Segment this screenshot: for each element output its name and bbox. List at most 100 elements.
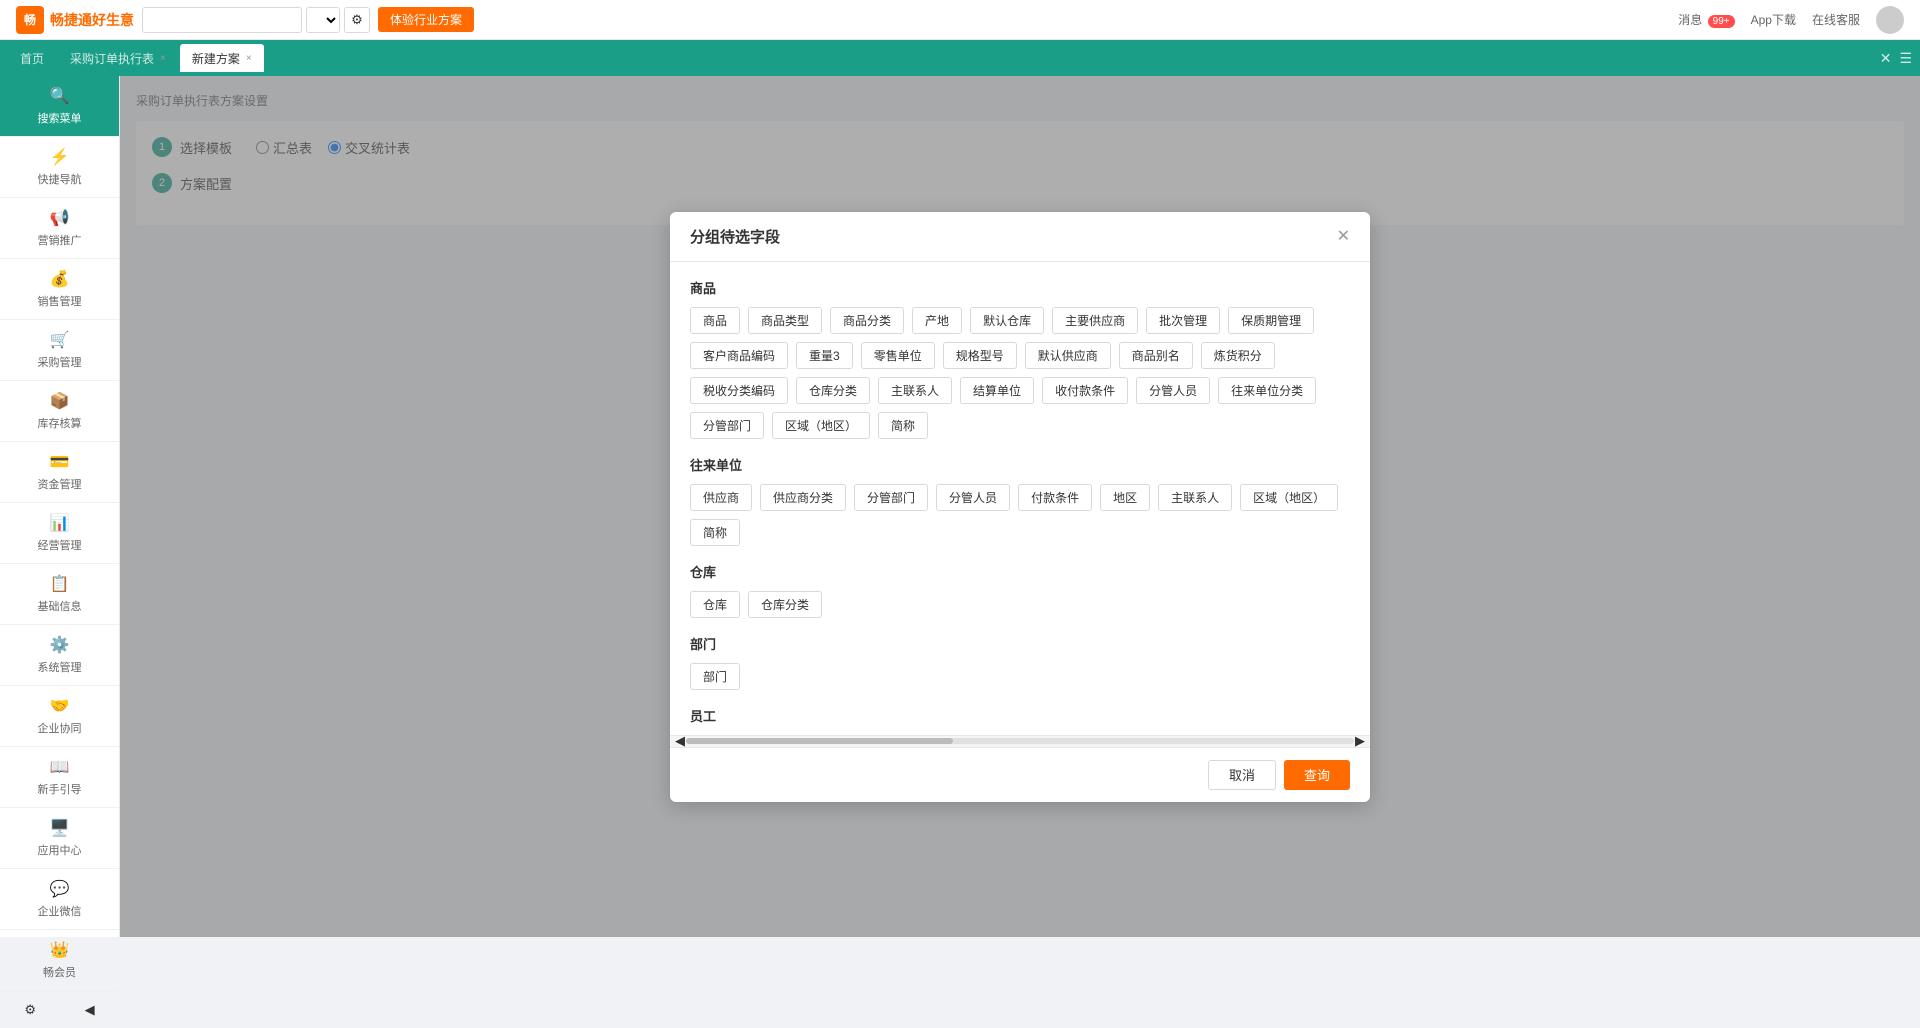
field-goods-alias[interactable]: 商品别名 bbox=[1119, 342, 1193, 369]
field-weight3[interactable]: 重量3 bbox=[796, 342, 853, 369]
gear-button[interactable]: ⚙ bbox=[344, 7, 370, 33]
tab-bar-close[interactable]: ✕ bbox=[1880, 50, 1892, 67]
tab-purchase-close[interactable]: × bbox=[160, 53, 166, 64]
field-goods[interactable]: 商品 bbox=[690, 307, 740, 334]
field-responsible-person[interactable]: 分管人员 bbox=[1136, 377, 1210, 404]
hscroll-track bbox=[686, 738, 1354, 744]
field-batch-mgmt[interactable]: 批次管理 bbox=[1146, 307, 1220, 334]
search-input[interactable] bbox=[142, 7, 302, 33]
sidebar-item-basics[interactable]: 📋 基础信息 bbox=[0, 564, 119, 625]
trial-button[interactable]: 体验行业方案 bbox=[378, 7, 474, 32]
sidebar-item-quicknav[interactable]: ⚡ 快捷导航 bbox=[0, 137, 119, 198]
field-default-warehouse[interactable]: 默认仓库 bbox=[970, 307, 1044, 334]
sidebar-item-system[interactable]: ⚙️ 系统管理 bbox=[0, 625, 119, 686]
field-points[interactable]: 炼货积分 bbox=[1201, 342, 1275, 369]
modal-title: 分组待选字段 bbox=[690, 226, 780, 247]
sidebar-item-member[interactable]: 👑 畅会员 bbox=[0, 930, 119, 991]
app-download-link[interactable]: App下载 bbox=[1751, 11, 1796, 28]
tabbar: 首页 采购订单执行表 × 新建方案 × ✕ ☰ bbox=[0, 40, 1920, 76]
field-dept[interactable]: 部门 bbox=[690, 663, 740, 690]
hscroll-thumb[interactable] bbox=[686, 738, 953, 744]
sidebar-item-finance[interactable]: 💳 资金管理 bbox=[0, 442, 119, 503]
tab-purchase-label: 采购订单执行表 bbox=[70, 50, 154, 67]
field-dept-partner[interactable]: 分管部门 bbox=[854, 484, 928, 511]
search-dropdown[interactable] bbox=[306, 7, 340, 33]
section-dept-title: 部门 bbox=[690, 634, 1350, 653]
field-supplier-category[interactable]: 供应商分类 bbox=[760, 484, 846, 511]
confirm-button[interactable]: 查询 bbox=[1284, 760, 1350, 790]
modal-hscrollbar[interactable]: ◀ ▶ bbox=[670, 735, 1370, 747]
sidebar-item-collab[interactable]: 🤝 企业协同 bbox=[0, 686, 119, 747]
cancel-button[interactable]: 取消 bbox=[1208, 760, 1276, 790]
field-tax-code[interactable]: 税收分类编码 bbox=[690, 377, 788, 404]
operations-icon: 📊 bbox=[50, 513, 70, 533]
sidebar-item-guide[interactable]: 📖 新手引导 bbox=[0, 747, 119, 808]
sidebar-label-sales: 销售管理 bbox=[38, 293, 82, 309]
logo-icon: 畅 bbox=[16, 6, 44, 34]
tab-new-plan-label: 新建方案 bbox=[192, 50, 240, 67]
field-goods-category[interactable]: 商品分类 bbox=[830, 307, 904, 334]
sidebar-item-purchase[interactable]: 🛒 采购管理 bbox=[0, 320, 119, 381]
tab-bar-menu[interactable]: ☰ bbox=[1899, 50, 1912, 67]
sidebar-item-marketing[interactable]: 📢 营销推广 bbox=[0, 198, 119, 259]
field-payment-cond[interactable]: 付款条件 bbox=[1018, 484, 1092, 511]
field-warehouse-category[interactable]: 仓库分类 bbox=[796, 377, 870, 404]
field-main-contact[interactable]: 主联系人 bbox=[878, 377, 952, 404]
section-staff: 员工 业务员 bbox=[690, 706, 1350, 735]
tab-new-plan-close[interactable]: × bbox=[246, 53, 252, 64]
sidebar-item-operations[interactable]: 📊 经营管理 bbox=[0, 503, 119, 564]
modal-close-button[interactable]: ✕ bbox=[1337, 226, 1350, 246]
search-bar: ⚙ bbox=[142, 7, 370, 33]
field-short-name-partner[interactable]: 简称 bbox=[690, 519, 740, 546]
sidebar-settings-icon[interactable]: ⚙ bbox=[24, 1002, 36, 1018]
field-default-supplier[interactable]: 默认供应商 bbox=[1025, 342, 1111, 369]
sales-icon: 💰 bbox=[50, 269, 70, 289]
field-warehouse[interactable]: 仓库 bbox=[690, 591, 740, 618]
field-region2-partner[interactable]: 区域（地区） bbox=[1240, 484, 1338, 511]
field-person-partner[interactable]: 分管人员 bbox=[936, 484, 1010, 511]
sidebar-label-quicknav: 快捷导航 bbox=[38, 171, 82, 187]
field-main-supplier[interactable]: 主要供应商 bbox=[1052, 307, 1138, 334]
sidebar-item-appcenter[interactable]: 🖥️ 应用中心 bbox=[0, 808, 119, 869]
sidebar-label-appcenter: 应用中心 bbox=[38, 842, 82, 858]
sidebar-item-sales[interactable]: 💰 销售管理 bbox=[0, 259, 119, 320]
section-warehouse-title: 仓库 bbox=[690, 562, 1350, 581]
guide-icon: 📖 bbox=[50, 757, 70, 777]
field-partner-category[interactable]: 往来单位分类 bbox=[1218, 377, 1316, 404]
field-customer-code[interactable]: 客户商品编码 bbox=[690, 342, 788, 369]
field-short-name-goods[interactable]: 简称 bbox=[878, 412, 928, 439]
field-warehouse-cat[interactable]: 仓库分类 bbox=[748, 591, 822, 618]
field-contact-partner[interactable]: 主联系人 bbox=[1158, 484, 1232, 511]
sidebar-item-inventory[interactable]: 📦 库存核算 bbox=[0, 381, 119, 442]
field-origin[interactable]: 产地 bbox=[912, 307, 962, 334]
topbar: 畅 畅捷通好生意 ⚙ 体验行业方案 消息 99+ App下载 在线客服 bbox=[0, 0, 1920, 40]
sidebar-label-guide: 新手引导 bbox=[38, 781, 82, 797]
field-dept-charge[interactable]: 分管部门 bbox=[690, 412, 764, 439]
sidebar-item-search[interactable]: 🔍 搜索菜单 bbox=[0, 76, 119, 137]
field-retail-unit[interactable]: 零售单位 bbox=[861, 342, 935, 369]
section-warehouse: 仓库 仓库 仓库分类 bbox=[690, 562, 1350, 618]
section-dept: 部门 部门 bbox=[690, 634, 1350, 690]
section-partner: 往来单位 供应商 供应商分类 分管部门 分管人员 付款条件 地区 主联系人 区域… bbox=[690, 455, 1350, 546]
notification-badge: 99+ bbox=[1708, 15, 1735, 28]
tab-new-plan[interactable]: 新建方案 × bbox=[180, 44, 264, 72]
basics-icon: 📋 bbox=[50, 574, 70, 594]
sidebar-label-wechat: 企业微信 bbox=[38, 903, 82, 919]
field-spec-model[interactable]: 规格型号 bbox=[943, 342, 1017, 369]
sidebar-item-wechat[interactable]: 💬 企业微信 bbox=[0, 869, 119, 930]
field-region-goods[interactable]: 区域（地区） bbox=[772, 412, 870, 439]
sidebar-label-finance: 资金管理 bbox=[38, 476, 82, 492]
field-region-partner[interactable]: 地区 bbox=[1100, 484, 1150, 511]
online-support-link[interactable]: 在线客服 bbox=[1812, 11, 1860, 28]
tab-purchase-order[interactable]: 采购订单执行表 × bbox=[58, 44, 178, 72]
field-goods-type[interactable]: 商品类型 bbox=[748, 307, 822, 334]
sidebar-footer: ⚙ ◀ bbox=[0, 991, 119, 1028]
field-payment-terms[interactable]: 收付款条件 bbox=[1042, 377, 1128, 404]
field-supplier[interactable]: 供应商 bbox=[690, 484, 752, 511]
field-expiry-mgmt[interactable]: 保质期管理 bbox=[1228, 307, 1314, 334]
field-settlement-unit[interactable]: 结算单位 bbox=[960, 377, 1034, 404]
sidebar-collapse-icon[interactable]: ◀ bbox=[85, 1002, 95, 1018]
avatar[interactable] bbox=[1876, 6, 1904, 34]
tab-home[interactable]: 首页 bbox=[8, 44, 56, 72]
notification-link[interactable]: 消息 99+ bbox=[1678, 11, 1734, 28]
